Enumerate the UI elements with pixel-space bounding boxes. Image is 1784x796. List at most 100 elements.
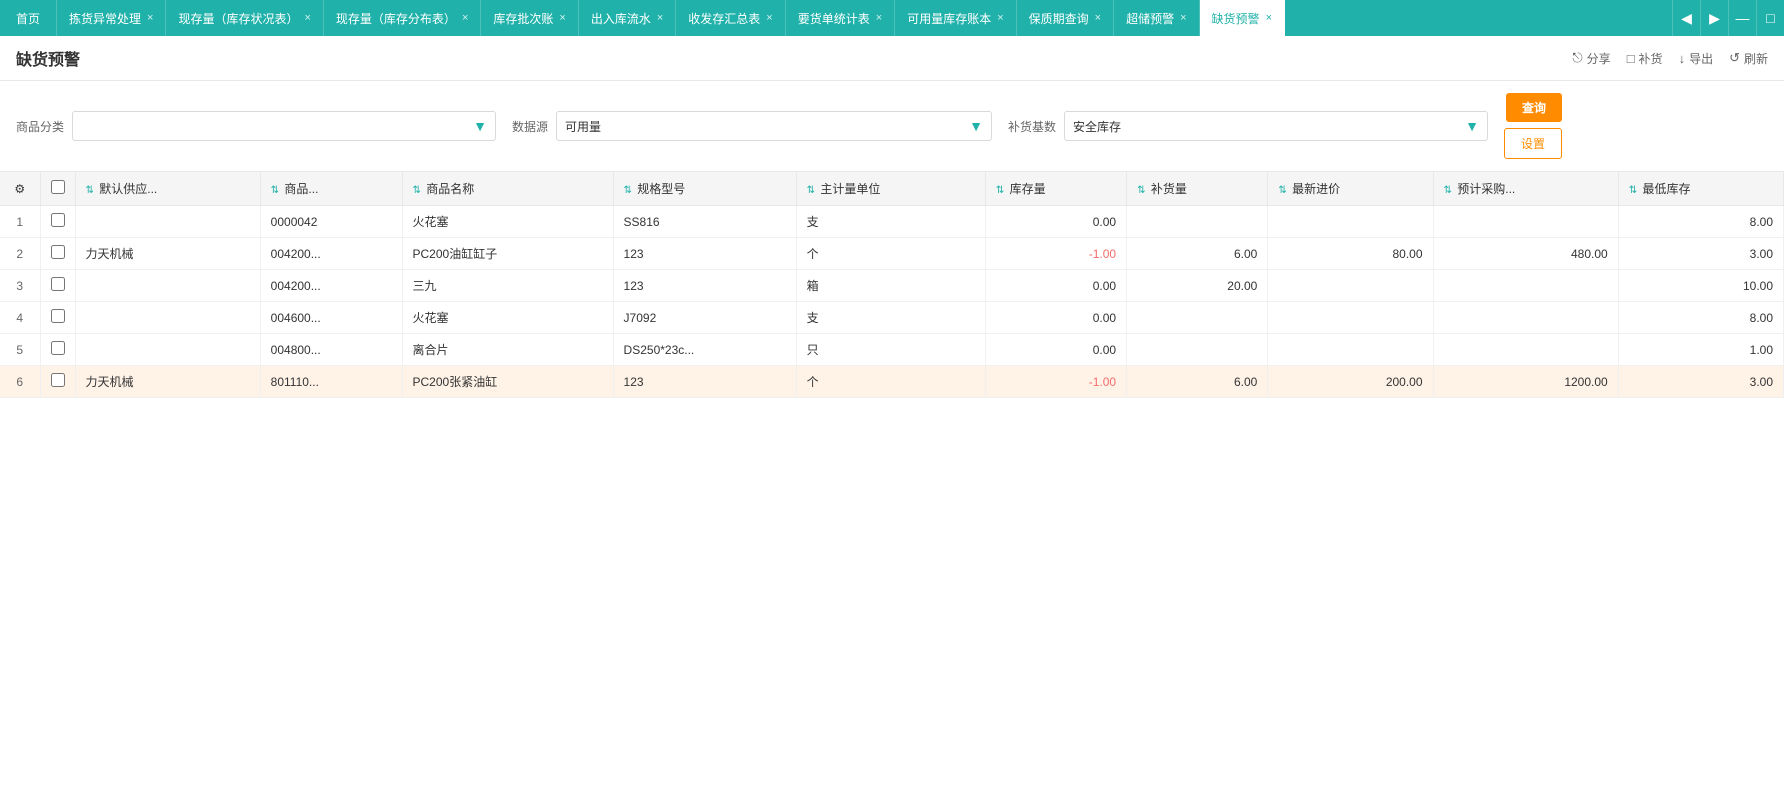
sort-icon-replenish: ⇅ [1137,185,1145,196]
tab-overstock-warning[interactable]: 超储预警 × [1114,0,1199,36]
row-checkbox[interactable] [51,213,65,227]
header-actions: ⎋ 分享 □ 补货 ↓ 导出 ↺ 刷新 [1572,50,1768,67]
th-product-name[interactable]: ⇅ 商品名称 [402,172,613,206]
th-unit[interactable]: ⇅ 主计量单位 [796,172,985,206]
row-estimated-purchase [1433,334,1618,366]
tab-inventory-status-close[interactable]: × [304,12,310,24]
row-supplier [75,334,260,366]
row-min-stock: 3.00 [1618,366,1783,398]
row-checkbox[interactable] [51,341,65,355]
row-supplier [75,302,260,334]
th-gear[interactable]: ⚙ [0,172,40,206]
row-product-code: 004600... [260,302,402,334]
tab-overstock-warning-close[interactable]: × [1180,12,1186,24]
table-row: 3 004200... 三九 123 箱 0.00 20.00 10.00 [0,270,1784,302]
tab-maximize-button[interactable]: □ [1756,0,1784,36]
tab-batch-account[interactable]: 库存批次账 × [481,0,578,36]
row-checkbox-cell [40,366,75,398]
row-checkbox[interactable] [51,277,65,291]
tab-demand-stats[interactable]: 要货单统计表 × [786,0,895,36]
col-label-price: 最新进价 [1292,182,1340,196]
sort-icon-supplier: ⇅ [86,185,94,196]
th-spec[interactable]: ⇅ 规格型号 [613,172,796,206]
tab-collect-summary-close[interactable]: × [766,12,772,24]
tab-available-ledger[interactable]: 可用量库存账本 × [895,0,1016,36]
data-source-label: 数据源 [512,118,548,135]
sort-icon-estimated: ⇅ [1444,185,1452,196]
row-supplier: 力天机械 [75,366,260,398]
tab-bar: 首页 拣货异常处理 × 现存量（库存状况表） × 现存量（库存分布表） × 库存… [0,0,1784,36]
row-min-stock: 8.00 [1618,206,1783,238]
page-title: 缺货预警 [16,46,1572,70]
tab-abnormal[interactable]: 拣货异常处理 × [57,0,166,36]
tab-next-button[interactable]: ▶ [1700,0,1728,36]
data-source-select[interactable]: 可用量 ▼ [556,111,992,141]
row-unit: 支 [796,302,985,334]
select-all-checkbox[interactable] [51,180,65,194]
tab-batch-account-close[interactable]: × [559,12,565,24]
col-label-estimated: 预计采购... [1457,182,1515,196]
th-default-supplier[interactable]: ⇅ 默认供应... [75,172,260,206]
replenish-button[interactable]: □ 补货 [1627,50,1663,67]
row-product-code: 004200... [260,238,402,270]
tab-demand-stats-close[interactable]: × [876,12,882,24]
tab-expiry-query[interactable]: 保质期查询 × [1017,0,1114,36]
refresh-button[interactable]: ↺ 刷新 [1729,50,1768,67]
replenish-icon: □ [1627,51,1635,66]
export-button[interactable]: ↓ 导出 [1679,50,1714,67]
row-product-name: PC200油缸缸子 [402,238,613,270]
settings-button[interactable]: 设置 [1504,128,1562,159]
tab-inout-flow[interactable]: 出入库流水 × [579,0,676,36]
table-row: 6 力天机械 801110... PC200张紧油缸 123 个 -1.00 6… [0,366,1784,398]
replenish-base-arrow: ▼ [1465,118,1479,134]
row-checkbox[interactable] [51,309,65,323]
row-product-name: PC200张紧油缸 [402,366,613,398]
tab-inventory-status[interactable]: 现存量（库存状况表） × [166,0,323,36]
table-row: 2 力天机械 004200... PC200油缸缸子 123 个 -1.00 6… [0,238,1784,270]
tab-prev-button[interactable]: ◀ [1672,0,1700,36]
product-category-select[interactable]: ▼ [72,111,496,141]
share-button[interactable]: ⎋ 分享 [1572,50,1610,67]
query-button[interactable]: 查询 [1506,93,1562,122]
tab-shortage-warning[interactable]: 缺货预警 × [1200,0,1285,36]
th-stock[interactable]: ⇅ 库存量 [985,172,1126,206]
col-label-min-stock: 最低库存 [1642,182,1690,196]
table-row: 5 004800... 离合片 DS250*23c... 只 0.00 1.00 [0,334,1784,366]
row-gear-cell: 5 [0,334,40,366]
row-estimated-purchase: 480.00 [1433,238,1618,270]
row-gear-cell: 6 [0,366,40,398]
row-product-code: 004800... [260,334,402,366]
row-gear-cell: 1 [0,206,40,238]
row-unit: 箱 [796,270,985,302]
th-latest-price[interactable]: ⇅ 最新进价 [1268,172,1433,206]
th-product-code[interactable]: ⇅ 商品... [260,172,402,206]
tab-overstock-warning-label: 超储预警 [1126,10,1174,27]
replenish-base-select[interactable]: 安全库存 ▼ [1064,111,1488,141]
row-stock: 0.00 [985,334,1126,366]
row-stock: -1.00 [985,366,1126,398]
row-replenish-qty: 6.00 [1127,238,1268,270]
share-icon: ⎋ [1572,50,1582,66]
tab-abnormal-close[interactable]: × [147,12,153,24]
th-min-stock[interactable]: ⇅ 最低库存 [1618,172,1783,206]
row-checkbox[interactable] [51,245,65,259]
tab-shortage-warning-label: 缺货预警 [1212,10,1260,27]
th-estimated-purchase[interactable]: ⇅ 预计采购... [1433,172,1618,206]
sort-icon-min-stock: ⇅ [1629,185,1637,196]
tab-minimize-button[interactable]: — [1728,0,1756,36]
tab-collect-summary[interactable]: 收发存汇总表 × [676,0,785,36]
col-label-name: 商品名称 [426,182,474,196]
row-checkbox[interactable] [51,373,65,387]
tab-inventory-dist-close[interactable]: × [462,12,468,24]
tab-available-ledger-close[interactable]: × [997,12,1003,24]
row-replenish-qty: 20.00 [1127,270,1268,302]
tab-home[interactable]: 首页 [0,0,57,36]
th-replenish-qty[interactable]: ⇅ 补货量 [1127,172,1268,206]
tab-inout-flow-close[interactable]: × [657,12,663,24]
row-product-name: 火花塞 [402,302,613,334]
tab-shortage-warning-close[interactable]: × [1266,12,1272,24]
tab-inventory-dist[interactable]: 现存量（库存分布表） × [324,0,481,36]
row-unit: 个 [796,238,985,270]
tab-expiry-query-close[interactable]: × [1095,12,1101,24]
row-estimated-purchase [1433,270,1618,302]
